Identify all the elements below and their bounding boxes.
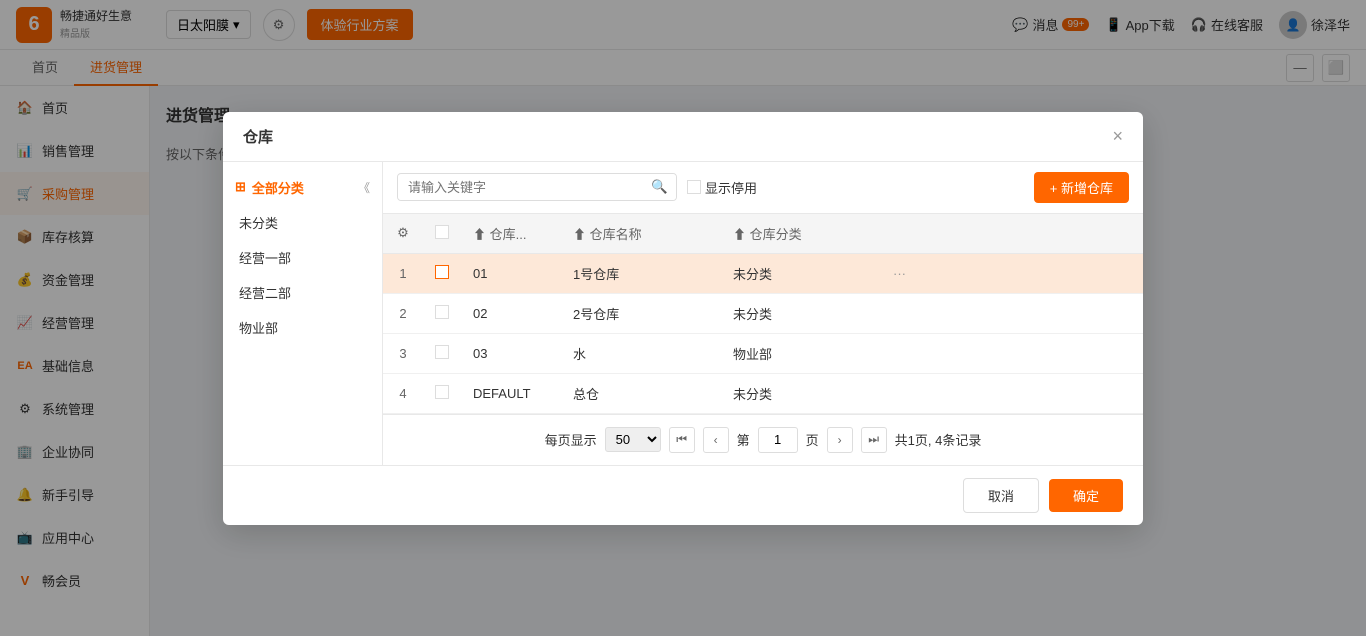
dialog-title: 仓库 — [243, 126, 273, 147]
confirm-button[interactable]: 确定 — [1049, 479, 1123, 512]
row-code: 02 — [461, 293, 561, 333]
search-input[interactable] — [398, 175, 643, 200]
table-row: 3 03 水 物业部 — [383, 333, 1143, 373]
row-more[interactable] — [881, 293, 1143, 333]
last-page-button[interactable]: ⏭ — [861, 427, 887, 453]
row-code: DEFAULT — [461, 373, 561, 413]
warehouse-table: ⚙ ⬆ 仓库... ⬆ 仓库名称 — [383, 214, 1143, 414]
row-more[interactable] — [881, 373, 1143, 413]
row-category: 未分类 — [721, 253, 881, 293]
sort-icon2: ⬆ — [573, 227, 586, 242]
pagination: 每页显示 50 20 100 ⏮ ‹ 第 页 › ⏭ 共1页, 4条记录 — [383, 414, 1143, 465]
th-actions — [881, 214, 1143, 254]
category-item-dept2[interactable]: 经营二部 — [223, 275, 382, 310]
th-code: ⬆ 仓库... — [461, 214, 561, 254]
row-num: 4 — [383, 373, 423, 413]
table-row: 1 01 1号仓库 未分类 ··· — [383, 253, 1143, 293]
row-name: 2号仓库 — [561, 293, 721, 333]
row-name: 1号仓库 — [561, 253, 721, 293]
table-head: ⚙ ⬆ 仓库... ⬆ 仓库名称 — [383, 214, 1143, 254]
row-more[interactable]: ··· — [881, 253, 1143, 293]
table-row: 4 DEFAULT 总仓 未分类 — [383, 373, 1143, 413]
row-category: 物业部 — [721, 333, 881, 373]
category-panel: ⊞ 全部分类 《 未分类 经营一部 经营二部 物业部 — [223, 162, 383, 465]
table-row: 2 02 2号仓库 未分类 — [383, 293, 1143, 333]
row-num: 1 — [383, 253, 423, 293]
row-checkbox[interactable] — [423, 373, 461, 413]
per-page-select[interactable]: 50 20 100 — [605, 427, 661, 452]
first-page-button[interactable]: ⏮ — [669, 427, 695, 453]
show-disabled-checkbox[interactable] — [687, 180, 701, 194]
page-label: 第 — [737, 430, 750, 449]
dialog-header: 仓库 × — [223, 112, 1143, 162]
sort-icon: ⬆ — [473, 227, 486, 242]
dialog-close-button[interactable]: × — [1112, 127, 1123, 145]
row-code: 01 — [461, 253, 561, 293]
search-box: 🔍 — [397, 173, 677, 201]
modal-overlay: 仓库 × ⊞ 全部分类 《 未分类 经营一部 — [0, 0, 1366, 636]
row-num: 3 — [383, 333, 423, 373]
show-disabled-label[interactable]: 显示停用 — [687, 178, 757, 197]
row-code: 03 — [461, 333, 561, 373]
total-label: 共1页, 4条记录 — [895, 430, 982, 449]
dialog-body: ⊞ 全部分类 《 未分类 经营一部 经营二部 物业部 — [223, 162, 1143, 465]
collapse-button[interactable]: 《 — [358, 179, 370, 196]
row-checkbox[interactable] — [423, 293, 461, 333]
row-checkbox[interactable] — [423, 333, 461, 373]
row-more[interactable] — [881, 333, 1143, 373]
category-item-property[interactable]: 物业部 — [223, 310, 382, 345]
row-category: 未分类 — [721, 293, 881, 333]
row-num: 2 — [383, 293, 423, 333]
category-item-dept1[interactable]: 经营一部 — [223, 240, 382, 275]
th-category: ⬆ 仓库分类 — [721, 214, 881, 254]
page-input[interactable] — [758, 427, 798, 453]
row-name: 总仓 — [561, 373, 721, 413]
row-checkbox[interactable] — [423, 253, 461, 293]
add-warehouse-button[interactable]: + 新增仓库 — [1034, 172, 1129, 203]
dialog-footer: 取消 确定 — [223, 465, 1143, 525]
data-table: ⚙ ⬆ 仓库... ⬆ 仓库名称 — [383, 214, 1143, 414]
row-name: 水 — [561, 333, 721, 373]
prev-page-button[interactable]: ‹ — [703, 427, 729, 453]
page-unit: 页 — [806, 430, 819, 449]
grid-icon: ⊞ — [235, 179, 246, 195]
sort-icon3: ⬆ — [733, 227, 746, 242]
th-gear: ⚙ — [383, 214, 423, 254]
search-icon-button[interactable]: 🔍 — [643, 174, 676, 200]
table-toolbar: 🔍 显示停用 + 新增仓库 — [383, 162, 1143, 214]
category-all-item[interactable]: ⊞ 全部分类 — [235, 178, 304, 197]
table-body: 1 01 1号仓库 未分类 ··· 2 02 2 — [383, 253, 1143, 413]
th-name: ⬆ 仓库名称 — [561, 214, 721, 254]
table-panel: 🔍 显示停用 + 新增仓库 ⚙ — [383, 162, 1143, 465]
per-page-label: 每页显示 — [545, 430, 597, 449]
next-page-button[interactable]: › — [827, 427, 853, 453]
cancel-button[interactable]: 取消 — [963, 478, 1039, 513]
category-header: ⊞ 全部分类 《 — [223, 170, 382, 205]
row-category: 未分类 — [721, 373, 881, 413]
th-checkbox — [423, 214, 461, 254]
category-item-unclassified[interactable]: 未分类 — [223, 205, 382, 240]
warehouse-dialog: 仓库 × ⊞ 全部分类 《 未分类 经营一部 — [223, 112, 1143, 525]
